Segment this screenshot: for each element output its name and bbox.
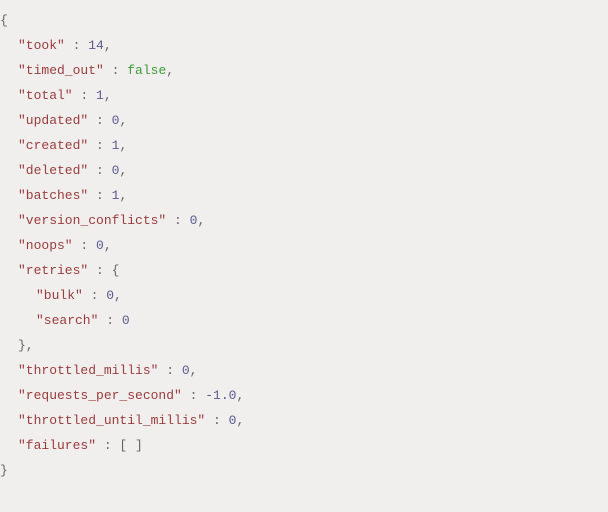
batches-key: "batches" [18,188,88,203]
retries-open-brace: { [112,263,120,278]
search-value: 0 [122,313,130,328]
took-value: 14 [88,38,104,53]
throttled-until-millis-line: "throttled_until_millis" : 0, [0,408,608,433]
total-line: "total" : 1, [0,83,608,108]
open-brace: { [0,13,8,28]
throttled-millis-value: 0 [182,363,190,378]
took-key: "took" [18,38,65,53]
retries-close-brace: }, [18,338,34,353]
search-key: "search" [36,313,98,328]
noops-value: 0 [96,238,104,253]
bulk-line: "bulk" : 0, [0,283,608,308]
total-value: 1 [96,88,104,103]
throttled-millis-line: "throttled_millis" : 0, [0,358,608,383]
deleted-key: "deleted" [18,163,88,178]
timed-out-value: false [127,63,166,78]
requests-per-second-key: "requests_per_second" [18,388,182,403]
requests-per-second-value: -1.0 [205,388,236,403]
retries-close-line: }, [0,333,608,358]
batches-line: "batches" : 1, [0,183,608,208]
json-code-block: { "took" : 14, "timed_out" : false, "tot… [0,0,608,491]
throttled-millis-key: "throttled_millis" [18,363,158,378]
close-brace-line: } [0,458,608,483]
created-key: "created" [18,138,88,153]
retries-open-line: "retries" : { [0,258,608,283]
noops-line: "noops" : 0, [0,233,608,258]
version-conflicts-key: "version_conflicts" [18,213,166,228]
retries-key: "retries" [18,263,88,278]
updated-key: "updated" [18,113,88,128]
timed-out-key: "timed_out" [18,63,104,78]
bulk-key: "bulk" [36,288,83,303]
timed-out-line: "timed_out" : false, [0,58,608,83]
close-brace: } [0,463,8,478]
failures-value: [ ] [119,438,142,453]
noops-key: "noops" [18,238,73,253]
throttled-until-millis-key: "throttled_until_millis" [18,413,205,428]
total-key: "total" [18,88,73,103]
failures-line: "failures" : [ ] [0,433,608,458]
bulk-value: 0 [106,288,114,303]
requests-per-second-line: "requests_per_second" : -1.0, [0,383,608,408]
created-line: "created" : 1, [0,133,608,158]
open-brace-line: { [0,8,608,33]
search-line: "search" : 0 [0,308,608,333]
took-line: "took" : 14, [0,33,608,58]
failures-key: "failures" [18,438,96,453]
deleted-line: "deleted" : 0, [0,158,608,183]
version-conflicts-line: "version_conflicts" : 0, [0,208,608,233]
updated-line: "updated" : 0, [0,108,608,133]
